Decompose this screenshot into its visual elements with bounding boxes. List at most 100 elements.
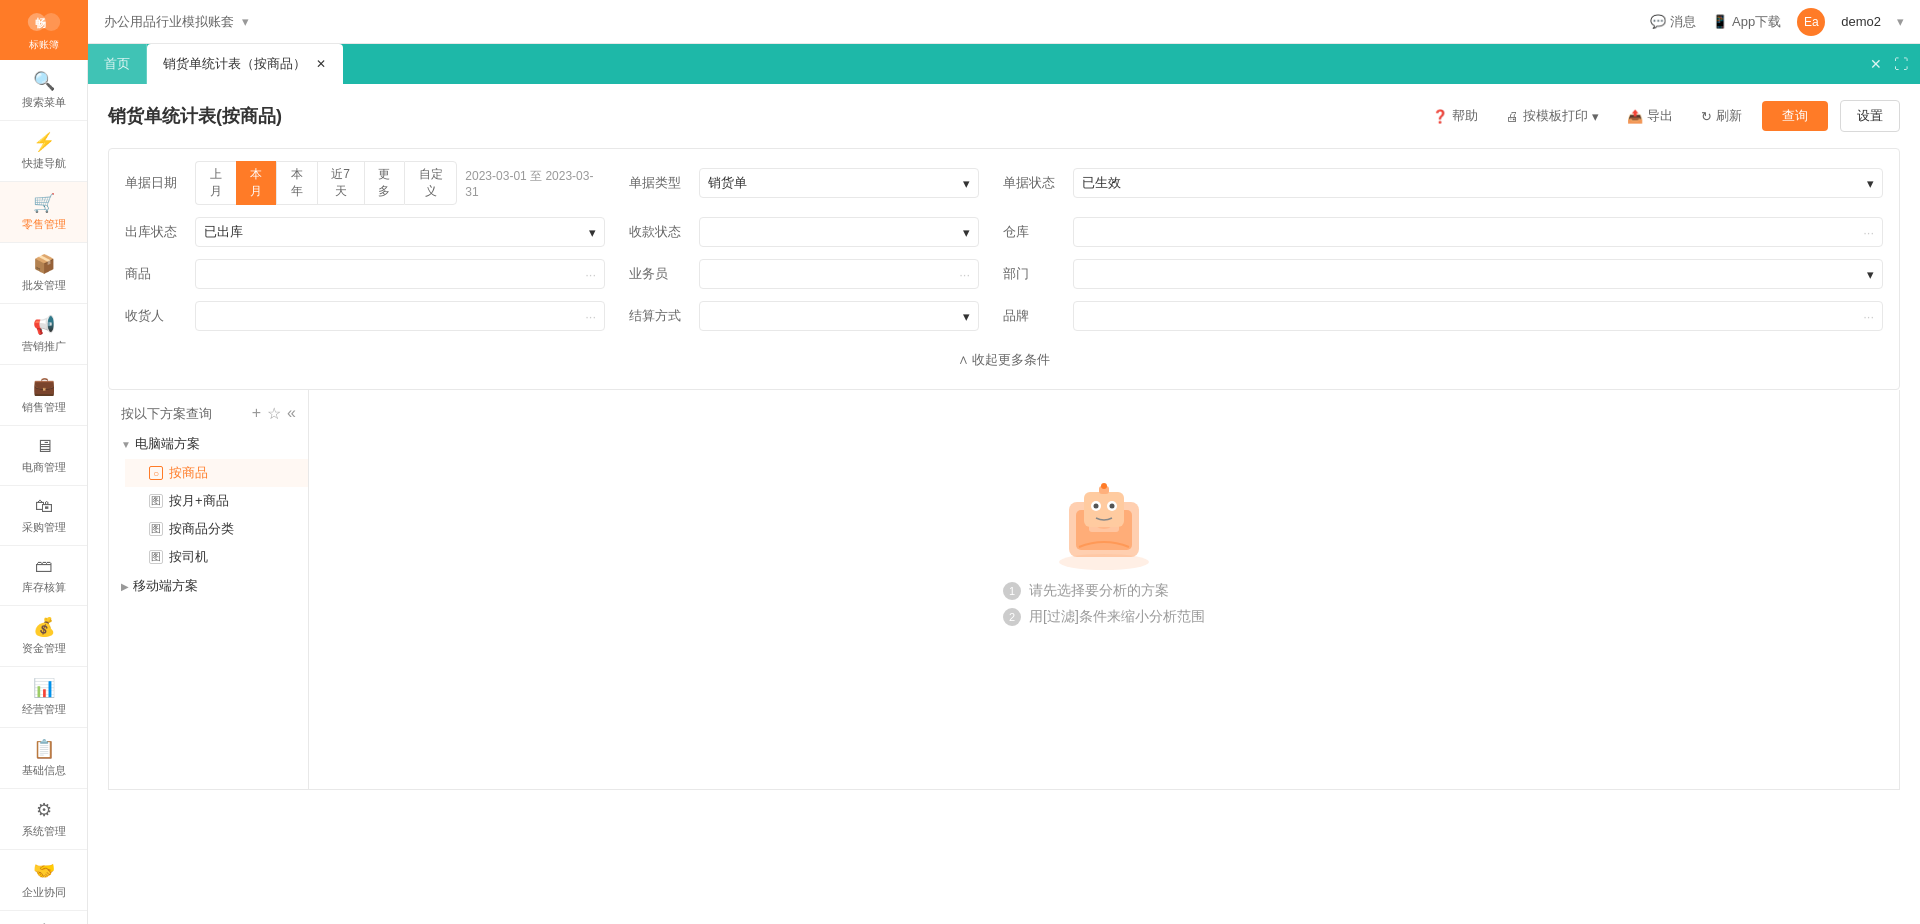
right-content: 1 请先选择要分析的方案 2 用[过滤]条件来缩小分析范围 (309, 390, 1899, 789)
payment-input[interactable]: ▾ (699, 301, 979, 331)
tree-item-by-category[interactable]: 图 按商品分类 (125, 515, 308, 543)
help-btn[interactable]: ❓ 帮助 (1424, 103, 1486, 129)
brand-input[interactable]: ··· (1073, 301, 1883, 331)
date-filter: 上月 本月 本年 近7天 更多 自定义 (195, 161, 457, 205)
empty-steps: 1 请先选择要分析的方案 2 用[过滤]条件来缩小分析范围 (1003, 582, 1205, 634)
date-filter-field: 单据日期 上月 本月 本年 近7天 更多 自定义 2023-03-01 至 20… (125, 161, 605, 205)
tab-stats[interactable]: 销货单统计表（按商品） ✕ (147, 44, 343, 84)
brand-dots: ··· (1863, 309, 1874, 324)
tree-item-by-goods[interactable]: ○ 按商品 (125, 459, 308, 487)
workspace-label[interactable]: 办公用品行业模拟账套 (104, 13, 234, 31)
staff-field: 业务员 ··· (629, 259, 979, 289)
type-input[interactable]: 销货单 ▾ (699, 168, 979, 198)
finance-icon: 💰 (33, 616, 55, 638)
retail-icon: 🛒 (33, 192, 55, 214)
sidebar-search[interactable]: 🔍 搜索菜单 (0, 60, 87, 121)
sidebar-item-newbie[interactable]: 🎓 新手引导 (0, 911, 87, 924)
out-status-label: 出库状态 (125, 223, 195, 241)
settings-btn[interactable]: 设置 (1840, 100, 1900, 132)
sidebar-item-retail[interactable]: 🛒 零售管理 (0, 182, 87, 243)
status-input[interactable]: 已生效 ▾ (1073, 168, 1883, 198)
refresh-icon: ↻ (1701, 109, 1712, 124)
sidebar-item-company[interactable]: 🤝 企业协同 (0, 850, 87, 911)
tab-home[interactable]: 首页 (88, 44, 147, 84)
goods-scheme-icon: ○ (149, 466, 163, 480)
refresh-btn[interactable]: ↻ 刷新 (1693, 103, 1750, 129)
collect-status-input[interactable]: ▾ (699, 217, 979, 247)
user-avatar[interactable]: Ea (1797, 8, 1825, 36)
user-dropdown-icon[interactable]: ▾ (1897, 14, 1904, 29)
sidebar-item-finance[interactable]: 💰 资金管理 (0, 606, 87, 667)
app-download-btn[interactable]: 📱 App下载 (1712, 13, 1781, 31)
date-btn-this-month[interactable]: 本月 (236, 161, 277, 205)
export-btn[interactable]: 📤 导出 (1619, 103, 1681, 129)
brand-field: 品牌 ··· (1003, 301, 1883, 331)
sidebar-item-inventory[interactable]: 🗃 库存核算 (0, 546, 87, 606)
out-status-input[interactable]: 已出库 ▾ (195, 217, 605, 247)
date-btn-custom[interactable]: 自定义 (404, 161, 457, 205)
user-name[interactable]: demo2 (1841, 14, 1881, 29)
tree-item-mobile[interactable]: ▶ 移动端方案 (109, 571, 308, 601)
tree-item-pc[interactable]: ▼ 电脑端方案 (109, 429, 308, 459)
type-label: 单据类型 (629, 174, 699, 192)
collapse-panel-btn[interactable]: « (287, 404, 296, 423)
date-btn-this-year[interactable]: 本年 (276, 161, 317, 205)
workspace-dropdown-icon[interactable]: ▾ (242, 14, 249, 29)
collapse-btn[interactable]: ∧ 收起更多条件 (125, 343, 1883, 377)
tree-label-by-driver: 按司机 (169, 548, 208, 566)
header-right: 💬 消息 📱 App下载 Ea demo2 ▾ (1650, 8, 1904, 36)
collapse-label: ∧ 收起更多条件 (958, 351, 1051, 369)
query-btn[interactable]: 查询 (1762, 101, 1828, 131)
favorite-scheme-btn[interactable]: ☆ (267, 404, 281, 423)
tab-close-window-btn[interactable]: ✕ (1866, 54, 1886, 74)
goods-field: 商品 ··· (125, 259, 605, 289)
sidebar-item-wholesale[interactable]: 📦 批发管理 (0, 243, 87, 304)
tree-toggle-mobile[interactable]: ▶ (121, 581, 129, 592)
filter-row-3: 商品 ··· 业务员 ··· (125, 259, 1883, 289)
tab-close-btn[interactable]: ✕ (316, 57, 326, 71)
basic-icon: 📋 (33, 738, 55, 760)
warehouse-input[interactable]: ··· (1073, 217, 1883, 247)
out-status-dropdown-icon: ▾ (589, 225, 596, 240)
left-panel-title: 按以下方案查询 (121, 405, 212, 423)
add-scheme-btn[interactable]: + (252, 404, 261, 423)
business-icon: 📊 (33, 677, 55, 699)
sidebar-item-purchase[interactable]: 🛍 采购管理 (0, 486, 87, 546)
tree-item-by-month-goods[interactable]: 图 按月+商品 (125, 487, 308, 515)
sidebar-item-basic[interactable]: 📋 基础信息 (0, 728, 87, 789)
date-label: 单据日期 (125, 174, 195, 192)
receiver-input[interactable]: ··· (195, 301, 605, 331)
tab-fullscreen-btn[interactable]: ⛶ (1890, 54, 1912, 74)
empty-step-2: 2 用[过滤]条件来缩小分析范围 (1003, 608, 1205, 626)
date-btn-more[interactable]: 更多 (364, 161, 405, 205)
status-label: 单据状态 (1003, 174, 1073, 192)
payment-field: 结算方式 ▾ (629, 301, 979, 331)
left-panel-header: 按以下方案查询 + ☆ « (109, 398, 308, 429)
logo[interactable]: 畅 标账簿 (0, 0, 88, 60)
template-print-btn[interactable]: 🖨 按模板打印 ▾ (1498, 103, 1607, 129)
sidebar-item-marketing[interactable]: 📢 营销推广 (0, 304, 87, 365)
sidebar-item-business[interactable]: 📊 经营管理 (0, 667, 87, 728)
page-actions: ❓ 帮助 🖨 按模板打印 ▾ 📤 导出 ↻ 刷新 (1424, 100, 1900, 132)
warehouse-field: 仓库 ··· (1003, 217, 1883, 247)
tree-item-by-driver[interactable]: 图 按司机 (125, 543, 308, 571)
sidebar-item-sales[interactable]: 💼 销售管理 (0, 365, 87, 426)
date-btn-last-month[interactable]: 上月 (195, 161, 236, 205)
print-icon: 🖨 (1506, 109, 1519, 124)
goods-input[interactable]: ··· (195, 259, 605, 289)
date-btn-7days[interactable]: 近7天 (317, 161, 364, 205)
filter-row-1: 单据日期 上月 本月 本年 近7天 更多 自定义 2023-03-01 至 20… (125, 161, 1883, 205)
staff-input[interactable]: ··· (699, 259, 979, 289)
svg-point-15 (1110, 504, 1115, 509)
warehouse-label: 仓库 (1003, 223, 1073, 241)
dept-input[interactable]: ▾ (1073, 259, 1883, 289)
sidebar-quick-nav[interactable]: ⚡ 快捷导航 (0, 121, 87, 182)
sidebar-item-system[interactable]: ⚙ 系统管理 (0, 789, 87, 850)
message-icon: 💬 (1650, 14, 1666, 29)
brand-label: 品牌 (1003, 307, 1073, 325)
tree-toggle-pc[interactable]: ▼ (121, 439, 131, 450)
message-btn[interactable]: 💬 消息 (1650, 13, 1696, 31)
sidebar-item-ecommerce[interactable]: 🖥 电商管理 (0, 426, 87, 486)
receiver-field: 收货人 ··· (125, 301, 605, 331)
staff-label: 业务员 (629, 265, 699, 283)
